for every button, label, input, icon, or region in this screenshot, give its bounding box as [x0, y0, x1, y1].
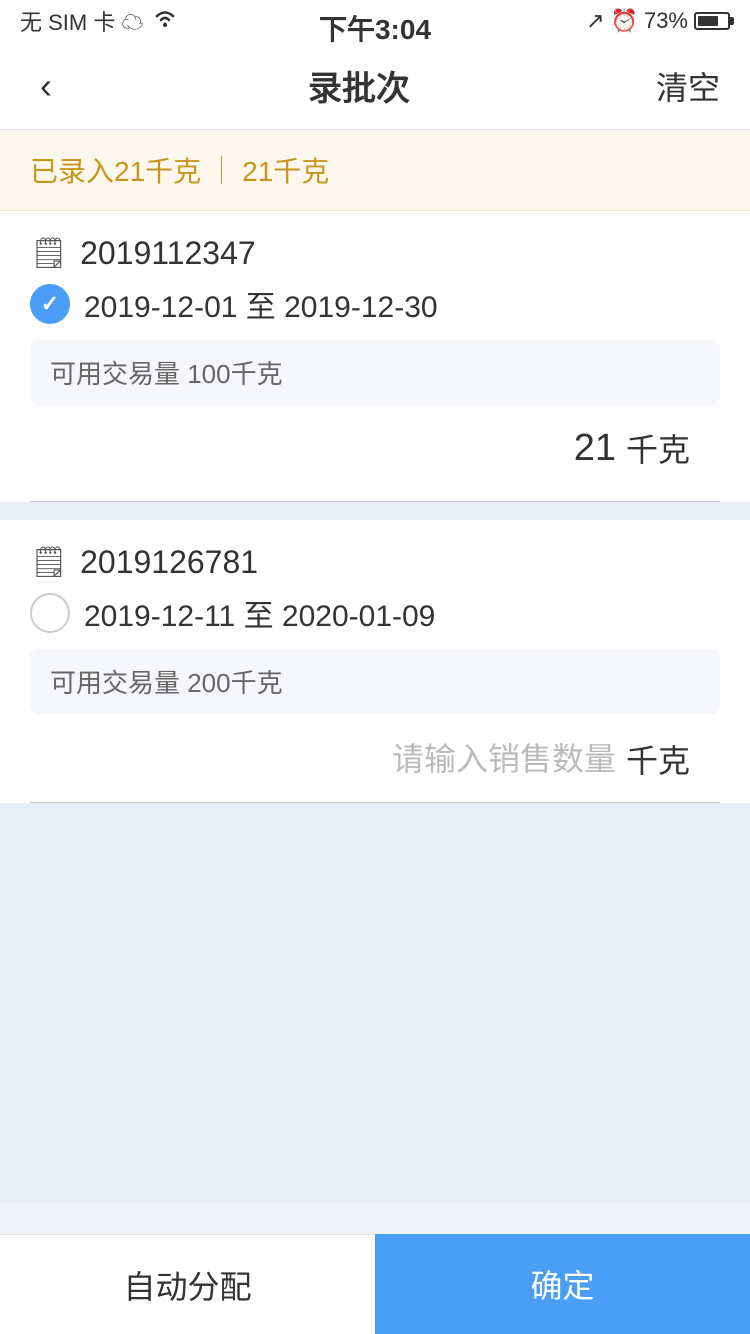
batch-1-available: 可用交易量 100千克 [30, 340, 720, 405]
summary-bar: 已录入21千克 21千克 [0, 130, 750, 211]
summary-label: 已录入21千克 [30, 150, 201, 190]
battery-icon [694, 12, 730, 30]
page-title: 录批次 [308, 61, 410, 110]
alarm-icon: ⏰ [611, 8, 638, 34]
back-button[interactable]: ‹ [30, 55, 62, 117]
sales-quantity-input[interactable] [316, 741, 616, 778]
auto-distribute-button[interactable]: 自动分配 [0, 1234, 375, 1334]
gray-filler [0, 803, 750, 1203]
batch-2-input-area: 千克 [30, 720, 720, 803]
batch-1-amount-row: 21 千克 [30, 409, 720, 491]
batch-item-1: 🗒 2019112347 2019-12-01 至 2019-12-30 可用交… [0, 211, 750, 502]
batch-1-underline-area: 21 千克 [30, 409, 720, 502]
battery-percent: 73% [644, 8, 688, 34]
nav-bar: ‹ 录批次 清空 [0, 42, 750, 130]
status-bar: 无 SIM 卡 ☁ 下午3:04 ↗ ⏰ 73% [0, 0, 750, 42]
batch-2-date-row[interactable]: 2019-12-11 至 2020-01-09 [0, 591, 750, 649]
batch-1-unit: 千克 [626, 425, 690, 471]
status-left: 无 SIM 卡 ☁ [20, 5, 179, 37]
batch-1-id: 2019112347 [80, 235, 256, 272]
clear-button[interactable]: 清空 [656, 63, 720, 109]
batch-icon-1: 🗒 [30, 236, 68, 271]
batch-2-available: 可用交易量 200千克 [30, 649, 720, 714]
location-icon: ↗ [586, 8, 604, 34]
batch-2-date: 2019-12-11 至 2020-01-09 [84, 591, 435, 635]
confirm-button[interactable]: 确定 [375, 1234, 750, 1334]
status-right: ↗ ⏰ 73% [586, 8, 730, 34]
batch-item-2: 🗒 2019126781 2019-12-11 至 2020-01-09 可用交… [0, 520, 750, 803]
status-time: 下午3:04 [319, 8, 431, 48]
batch-2-header: 🗒 2019126781 [0, 520, 750, 591]
batch-icon-2: 🗒 [30, 545, 68, 580]
batch-1-header: 🗒 2019112347 [0, 211, 750, 282]
batch-1-radio[interactable] [30, 284, 70, 324]
content-area: 🗒 2019112347 2019-12-01 至 2019-12-30 可用交… [0, 211, 750, 1303]
batch-2-input-row[interactable]: 千克 [30, 720, 720, 802]
wifi-icon [151, 8, 179, 34]
input-unit: 千克 [626, 736, 690, 782]
bottom-bar: 自动分配 确定 [0, 1234, 750, 1334]
summary-divider [221, 156, 222, 184]
batch-2-id: 2019126781 [80, 544, 258, 581]
signal-text: 无 SIM 卡 ☁ [20, 5, 143, 37]
batch-1-amount: 21 [574, 427, 616, 470]
summary-value: 21千克 [242, 150, 329, 190]
batch-1-date-row[interactable]: 2019-12-01 至 2019-12-30 [0, 282, 750, 340]
batch-1-date: 2019-12-01 至 2019-12-30 [84, 282, 438, 326]
batch-2-radio[interactable] [30, 593, 70, 633]
section-divider [0, 502, 750, 520]
